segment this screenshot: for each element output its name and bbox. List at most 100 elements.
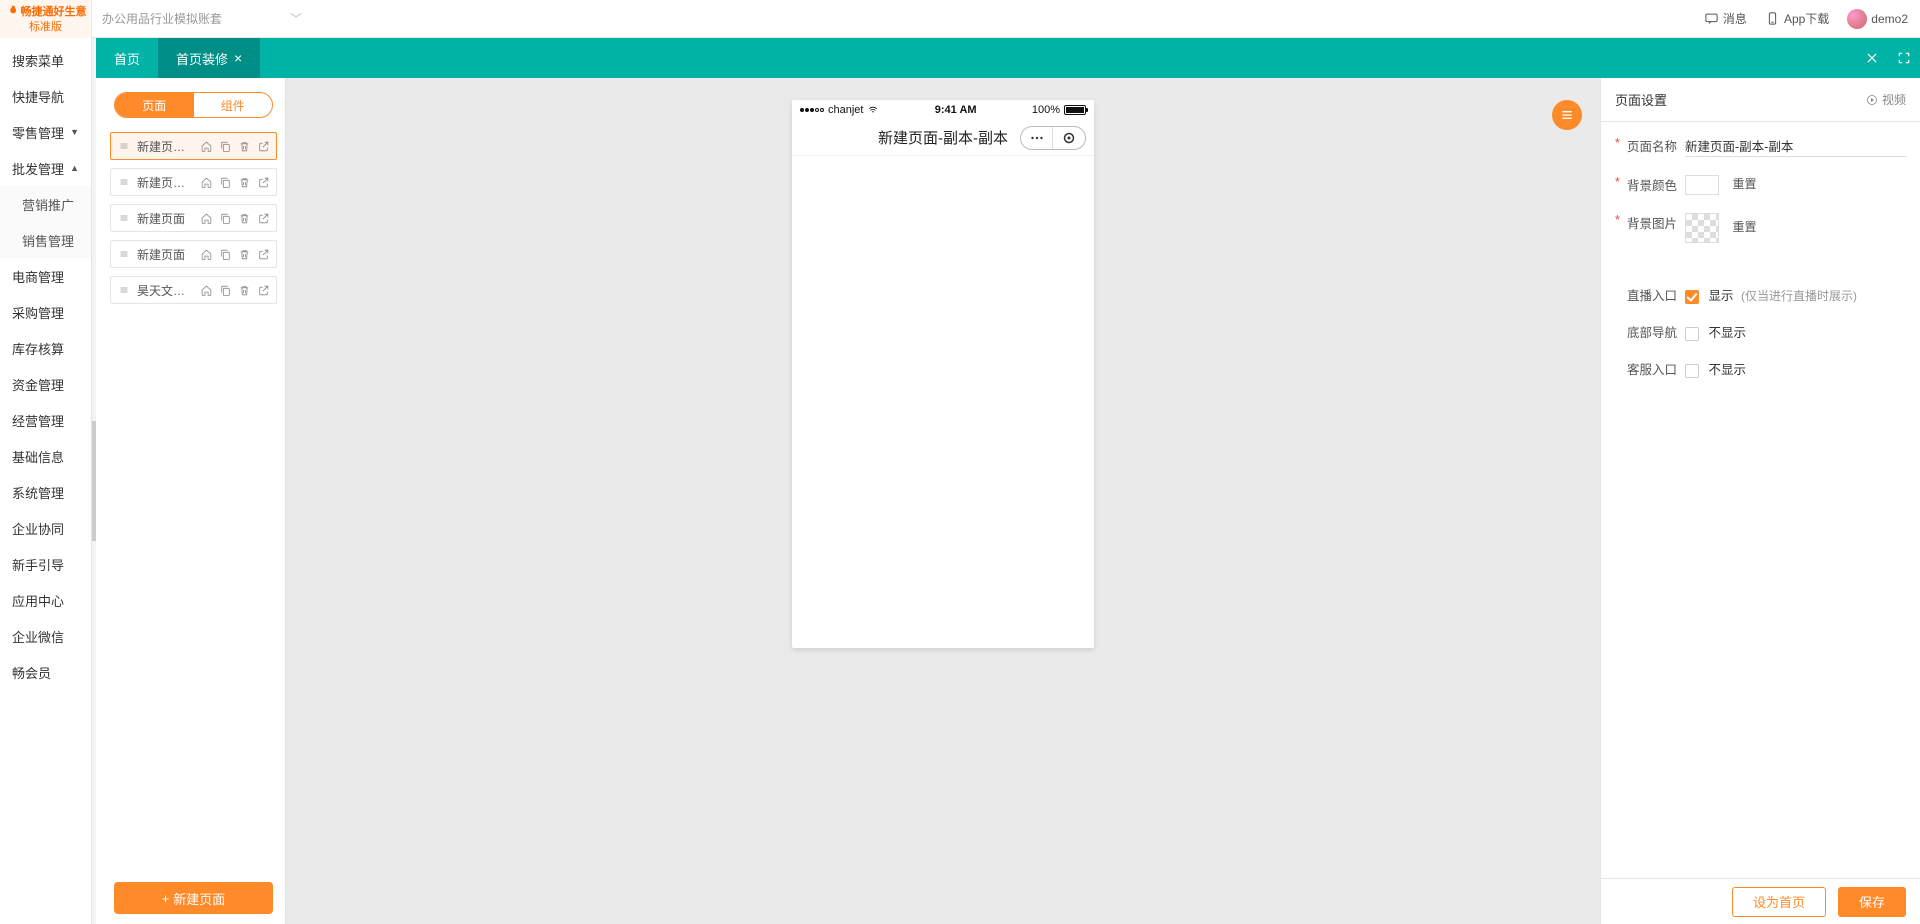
brand-flame-icon	[5, 4, 19, 18]
nav-item[interactable]: 零售管理▼	[0, 114, 91, 150]
service-checkbox[interactable]	[1685, 364, 1699, 378]
external-link-icon[interactable]	[256, 139, 270, 153]
nav-item[interactable]: 应用中心	[0, 582, 91, 618]
nav-subitem[interactable]: 销售管理	[0, 222, 91, 258]
drag-handle-icon[interactable]	[117, 140, 131, 152]
bg-image-picker[interactable]	[1685, 213, 1719, 243]
bg-color-swatch[interactable]	[1685, 175, 1719, 195]
bottomnav-checkbox[interactable]	[1685, 327, 1699, 341]
page-list-item[interactable]: 昊天文具店	[110, 276, 277, 304]
bg-image-reset[interactable]: 重置	[1732, 220, 1756, 234]
menu-icon	[1559, 107, 1575, 123]
nav-item[interactable]: 搜索菜单	[0, 42, 91, 78]
save-button[interactable]: 保存	[1838, 887, 1906, 917]
home-icon[interactable]	[199, 175, 213, 189]
home-icon[interactable]	[199, 211, 213, 225]
drag-handle-icon[interactable]	[117, 248, 131, 260]
external-link-icon[interactable]	[256, 283, 270, 297]
home-icon[interactable]	[199, 139, 213, 153]
field-bgimage-label: 背景图片	[1627, 213, 1685, 232]
nav-item[interactable]: 批发管理▲	[0, 150, 91, 186]
page-list-item[interactable]: 新建页面	[110, 240, 277, 268]
home-icon[interactable]	[199, 283, 213, 297]
canvas-menu-toggle[interactable]	[1552, 100, 1582, 130]
nav-item[interactable]: 库存核算	[0, 330, 91, 366]
phone-body[interactable]	[792, 156, 1094, 648]
new-page-button[interactable]: + 新建页面	[114, 882, 273, 914]
drag-handle-icon[interactable]	[117, 176, 131, 188]
page-name-label: 新建页面	[137, 246, 193, 263]
nav-item[interactable]: 企业协同	[0, 510, 91, 546]
wifi-icon	[867, 105, 879, 115]
field-name-label: 页面名称	[1627, 136, 1685, 155]
target-close-icon[interactable]	[1053, 127, 1085, 149]
tab-bar: 首页首页装修×	[96, 38, 1920, 78]
caret-icon: ▼	[70, 127, 79, 137]
drag-handle-icon[interactable]	[117, 284, 131, 296]
set-home-button[interactable]: 设为首页	[1732, 887, 1826, 917]
segment-page[interactable]: 页面	[115, 93, 194, 117]
bg-color-reset[interactable]: 重置	[1732, 177, 1756, 191]
tab-close-all-icon[interactable]	[1856, 51, 1888, 65]
copy-icon[interactable]	[218, 247, 232, 261]
delete-icon[interactable]	[237, 175, 251, 189]
nav-item[interactable]: 基础信息	[0, 438, 91, 474]
external-link-icon[interactable]	[256, 247, 270, 261]
nav-item[interactable]: 新手引导	[0, 546, 91, 582]
video-help-link[interactable]: 视频	[1866, 91, 1906, 108]
nav-item[interactable]: 资金管理	[0, 366, 91, 402]
nav-item[interactable]: 采购管理	[0, 294, 91, 330]
nav-subitem[interactable]: 营销推广	[0, 186, 91, 222]
ledger-name: 办公用品行业模拟账套	[102, 10, 222, 27]
miniprogram-capsule[interactable]	[1020, 126, 1086, 150]
delete-icon[interactable]	[237, 283, 251, 297]
brand-block: 畅捷通好生意 标准版	[0, 0, 92, 38]
signal-icon	[800, 108, 824, 112]
copy-icon[interactable]	[218, 283, 232, 297]
user-menu[interactable]: demo2	[1847, 9, 1908, 29]
external-link-icon[interactable]	[256, 211, 270, 225]
download-button[interactable]: App下载	[1765, 10, 1829, 27]
delete-icon[interactable]	[237, 247, 251, 261]
page-list-item[interactable]: 新建页面	[110, 204, 277, 232]
workspace-tab[interactable]: 首页装修×	[158, 38, 260, 78]
copy-icon[interactable]	[218, 139, 232, 153]
live-checkbox[interactable]	[1685, 290, 1699, 304]
messages-button[interactable]: 消息	[1704, 10, 1747, 27]
nav-item[interactable]: 系统管理	[0, 474, 91, 510]
live-hint: (仅当进行直播时展示)	[1741, 289, 1857, 303]
page-list-item[interactable]: 新建页面-副本...	[110, 132, 277, 160]
copy-icon[interactable]	[218, 175, 232, 189]
nav-item[interactable]: 企业微信	[0, 618, 91, 654]
more-dots-icon[interactable]	[1021, 127, 1053, 149]
brand-edition: 标准版	[29, 18, 62, 34]
segment-component[interactable]: 组件	[194, 93, 273, 117]
brand-name: 畅捷通好生意	[21, 3, 87, 19]
carrier-label: chanjet	[828, 104, 863, 116]
app-header: 畅捷通好生意 标准版 办公用品行业模拟账套 ﹀ 消息 App下载 demo2	[0, 0, 1920, 38]
page-list-panel: 页面 组件 新建页面-副本...新建页面-副本新建页面新建页面昊天文具店 + 新…	[96, 78, 286, 924]
avatar	[1847, 9, 1867, 29]
delete-icon[interactable]	[237, 139, 251, 153]
nav-item[interactable]: 快捷导航	[0, 78, 91, 114]
field-bottomnav-label: 底部导航	[1627, 322, 1685, 341]
delete-icon[interactable]	[237, 211, 251, 225]
tab-close-icon[interactable]: ×	[234, 51, 242, 65]
page-name-input[interactable]	[1685, 136, 1906, 157]
nav-item[interactable]: 电商管理	[0, 258, 91, 294]
workspace-tab[interactable]: 首页	[96, 38, 158, 78]
page-list: 新建页面-副本...新建页面-副本新建页面新建页面昊天文具店	[110, 132, 277, 872]
fullscreen-icon[interactable]	[1888, 51, 1920, 65]
plus-icon: +	[162, 891, 170, 906]
page-list-item[interactable]: 新建页面-副本	[110, 168, 277, 196]
workspace: 首页首页装修× 页面 组件 新建页面-副本...新建页面-副本新建页面新建页面昊…	[96, 38, 1920, 924]
nav-item[interactable]: 畅会员	[0, 654, 91, 690]
ledger-selector[interactable]: 办公用品行业模拟账套 ﹀	[102, 6, 302, 32]
home-icon[interactable]	[199, 247, 213, 261]
phone-page-title: 新建页面-副本-副本	[878, 127, 1008, 148]
nav-item[interactable]: 经营管理	[0, 402, 91, 438]
copy-icon[interactable]	[218, 211, 232, 225]
property-panel-title: 页面设置	[1615, 90, 1667, 109]
external-link-icon[interactable]	[256, 175, 270, 189]
drag-handle-icon[interactable]	[117, 212, 131, 224]
